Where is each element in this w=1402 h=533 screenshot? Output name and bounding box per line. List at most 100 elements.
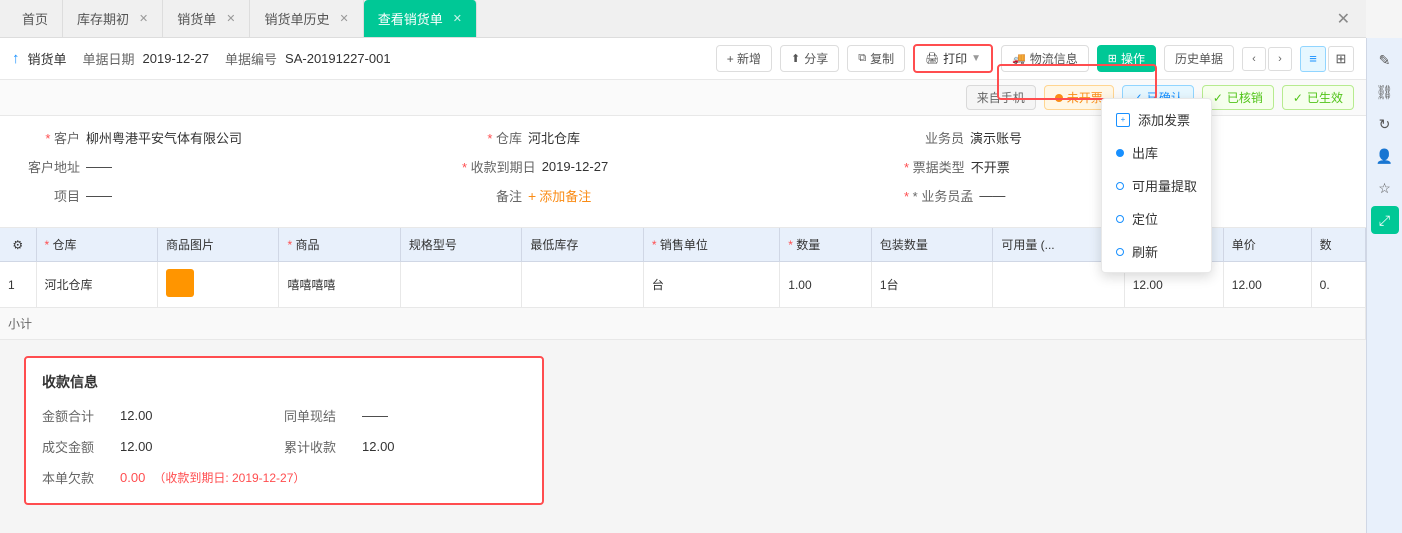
payment-date-value: 2019-12-27: [542, 159, 609, 174]
col-spec: 规格型号: [400, 228, 521, 262]
new-button[interactable]: + 新增: [716, 45, 772, 72]
logistics-button[interactable]: 🚚 物流信息: [1001, 45, 1089, 72]
tab-sales-history-close[interactable]: ✕: [340, 12, 349, 25]
not-opened-badge[interactable]: 未开票: [1044, 85, 1114, 110]
tab-inventory-close[interactable]: ✕: [139, 12, 148, 25]
total-label: 金额合计: [42, 406, 112, 425]
doc-number-info: 单据编号 SA-20191227-001: [225, 49, 391, 68]
project-field: 项目 ——: [20, 186, 462, 205]
doc-date-info: 单据日期 2019-12-27: [83, 49, 210, 68]
salesperson-field: 业务员 演示账号: [904, 128, 1346, 147]
row-min-stock: [522, 262, 643, 308]
row-warehouse: 河北仓库: [36, 262, 157, 308]
tab-sales-history-label: 销货单历史: [264, 9, 329, 28]
col-unit-price: 单价: [1223, 228, 1311, 262]
logistics-label: 物流信息: [1030, 50, 1078, 67]
cumulative-label: 累计收款: [284, 437, 354, 456]
nav-arrows: ‹ ›: [1242, 47, 1292, 71]
sidebar-link-icon[interactable]: ⛓: [1371, 78, 1399, 106]
payment-date-label: 收款到期日: [462, 157, 536, 176]
confirm-badge[interactable]: ✓ 已确认: [1122, 85, 1194, 110]
row-current-stock: 12.00: [1124, 262, 1223, 308]
warehouse-field: 仓库 河北仓库: [462, 128, 904, 147]
sidebar-user-icon[interactable]: 👤: [1371, 142, 1399, 170]
date-value: 2019-12-27: [143, 51, 210, 66]
share-button[interactable]: ⬆ 分享: [780, 45, 839, 72]
payment-grid: 金额合计 12.00 同单现结 —— 成交金额 12.00 累计收款 12.00…: [42, 404, 526, 489]
deal-amount-row: 成交金额 12.00: [42, 435, 284, 458]
col-amount: 数: [1311, 228, 1365, 262]
row-image: [157, 262, 278, 308]
print-button[interactable]: 🖨 打印 ▼: [913, 44, 993, 73]
col-warehouse: * 仓库: [36, 228, 157, 262]
deal-amount-value: 12.00: [120, 439, 153, 454]
products-table: ⚙ * 仓库 商品图片 * 商品 规格型号 最低库存 * 销售单位 * 数量 包…: [0, 228, 1366, 340]
col-available: 可用量 (...: [993, 228, 1124, 262]
table-row: 1 河北仓库 嘻嘻嘻嘻 台 1.00 1台 12.00 12.00 0.: [0, 262, 1366, 308]
sidebar-star-icon[interactable]: ☆: [1371, 174, 1399, 202]
confirm-label: 已确认: [1147, 89, 1183, 106]
tab-bar: 首页 库存期初 ✕ 销货单 ✕ 销货单历史 ✕ 查看销货单 ✕ ✕: [0, 0, 1366, 38]
warehouse-value: 河北仓库: [528, 128, 580, 147]
salesperson-label: 业务员: [904, 128, 964, 147]
window-close-button[interactable]: ✕: [1329, 9, 1358, 29]
invoice-value: 不开票: [971, 157, 1010, 176]
cumulative-row: 累计收款 12.00: [284, 435, 526, 458]
col-product: * 商品: [279, 228, 400, 262]
balance-row: 本单欠款 0.00 （收款到期日: 2019-12-27）: [42, 466, 526, 489]
list-view-button[interactable]: ≡: [1300, 46, 1326, 72]
operations-button[interactable]: ⊞ 操作: [1097, 45, 1156, 72]
total-row: 金额合计 12.00: [42, 404, 284, 427]
cancelled-badge[interactable]: ✓ 已核销: [1202, 85, 1274, 110]
not-opened-label: 未开票: [1067, 89, 1103, 106]
deal-amount-label: 成交金额: [42, 437, 112, 456]
row-available: [993, 262, 1124, 308]
effective-badge[interactable]: ✓ 已生效: [1282, 85, 1354, 110]
from-mobile-label: 来自手机: [977, 89, 1025, 106]
row-unit: 台: [643, 262, 779, 308]
col-image: 商品图片: [157, 228, 278, 262]
agent-field: * 业务员孟 ——: [904, 186, 1346, 205]
product-image: [166, 269, 194, 297]
prev-button[interactable]: ‹: [1242, 47, 1266, 71]
effective-label: 已生效: [1307, 89, 1343, 106]
col-unit: * 销售单位: [643, 228, 779, 262]
total-value: 12.00: [120, 408, 153, 423]
sidebar-refresh-icon[interactable]: ↻: [1371, 110, 1399, 138]
project-label: 项目: [20, 186, 80, 205]
tab-view-sales-close[interactable]: ✕: [453, 12, 462, 25]
col-pack-qty: 包装数量: [871, 228, 992, 262]
col-settings: ⚙: [0, 228, 36, 262]
history-button[interactable]: 历史单据: [1164, 45, 1234, 72]
tab-home[interactable]: 首页: [8, 0, 63, 37]
date-label: 单据日期: [83, 49, 135, 68]
note-field: 备注 添加备注: [462, 186, 904, 205]
tab-sales-history[interactable]: 销货单历史 ✕: [250, 0, 363, 37]
number-label: 单据编号: [225, 49, 277, 68]
row-spec: [400, 262, 521, 308]
add-note-label: 添加备注: [539, 186, 591, 205]
sidebar-expand-icon[interactable]: ⤢: [1371, 206, 1399, 234]
cancelled-label: 已核销: [1227, 89, 1263, 106]
row-pack-qty: 1台: [871, 262, 992, 308]
payment-date-field: 收款到期日 2019-12-27: [462, 157, 904, 176]
tab-sales-close[interactable]: ✕: [226, 12, 235, 25]
add-note-button[interactable]: 添加备注: [528, 186, 591, 205]
subtotal-row: 小计: [0, 308, 1366, 340]
address-value: ——: [86, 159, 112, 174]
col-current-stock: 现存量: [1124, 228, 1223, 262]
row-amount: 0.: [1311, 262, 1365, 308]
tab-view-sales[interactable]: 查看销货单 ✕: [364, 0, 477, 37]
from-mobile-badge[interactable]: 来自手机: [966, 85, 1036, 110]
next-button[interactable]: ›: [1268, 47, 1292, 71]
sidebar-edit-icon[interactable]: ✎: [1371, 46, 1399, 74]
grid-view-button[interactable]: ⊞: [1328, 46, 1354, 72]
col-qty: * 数量: [780, 228, 872, 262]
new-label: + 新增: [727, 50, 761, 67]
customer-label: 客户: [20, 128, 80, 147]
balance-label: 本单欠款: [42, 468, 112, 487]
customer-field: 客户 柳州粤港平安气体有限公司: [20, 128, 462, 147]
copy-button[interactable]: ⧉ 复制: [847, 45, 905, 72]
tab-sales[interactable]: 销货单 ✕: [163, 0, 250, 37]
tab-inventory[interactable]: 库存期初 ✕: [63, 0, 163, 37]
